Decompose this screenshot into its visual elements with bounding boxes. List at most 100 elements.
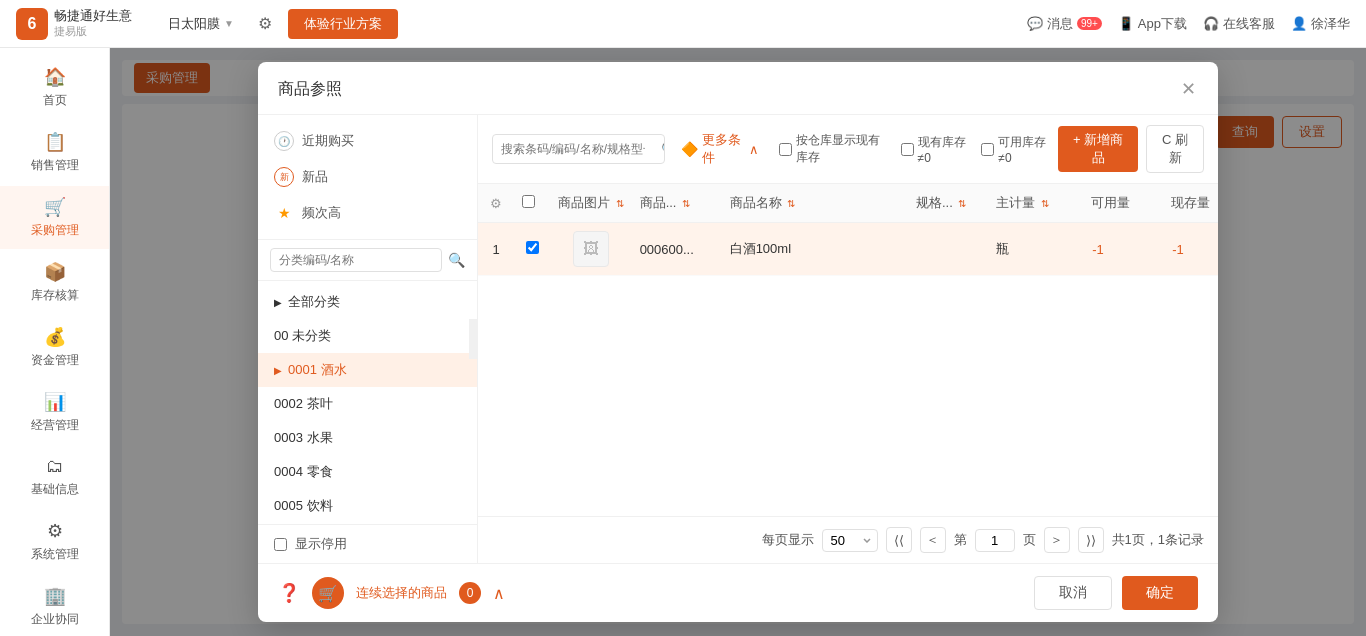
message-icon: 💬	[1027, 16, 1043, 31]
product-search-input[interactable]	[493, 142, 653, 156]
modal-header: 商品参照 ✕	[258, 62, 1218, 115]
modal-title: 商品参照	[278, 79, 342, 100]
footer-action-buttons: 取消 确定	[1034, 576, 1198, 610]
main-layout: 🏠 首页 📋 销售管理 🛒 采购管理 📦 库存核算 💰 资金管理 📊 经营管理 …	[0, 48, 1366, 636]
checkbox-available-stock-input[interactable]	[981, 143, 994, 156]
product-search-button[interactable]: 🔍	[653, 141, 665, 157]
page-last-button[interactable]: ⟩⟩	[1078, 527, 1104, 553]
shortcut-recent[interactable]: 🕐 近期购买	[258, 123, 477, 159]
page-next-button[interactable]: ＞	[1044, 527, 1070, 553]
category-search-input[interactable]	[270, 248, 442, 272]
system-icon: ⚙	[47, 520, 63, 542]
checkbox-warehouse-stock[interactable]: 按仓库显示现有库存	[779, 132, 889, 166]
category-00[interactable]: 00 未分类	[258, 319, 477, 353]
inventory-icon: 📦	[44, 261, 66, 283]
th-spec[interactable]: 规格... ⇅	[908, 184, 988, 223]
checkbox-current-stock-input[interactable]	[901, 143, 914, 156]
select-all-checkbox[interactable]	[522, 195, 535, 208]
nav-user[interactable]: 👤 徐泽华	[1291, 15, 1350, 33]
page-prev-button[interactable]: ＜	[920, 527, 946, 553]
category-0003[interactable]: 0003 水果	[258, 421, 477, 455]
category-search-icon[interactable]: 🔍	[448, 252, 465, 268]
td-unit: 瓶	[988, 223, 1058, 276]
th-checkbox[interactable]	[514, 184, 550, 223]
checkbox-current-stock[interactable]: 现有库存≠0	[901, 134, 970, 165]
filter-icon: 🔶	[681, 141, 698, 157]
sidebar-item-inventory[interactable]: 📦 库存核算	[0, 251, 109, 314]
user-avatar-icon: 👤	[1291, 16, 1307, 31]
page-first-button[interactable]: ⟨⟨	[886, 527, 912, 553]
th-available: 可用量	[1058, 184, 1138, 223]
footer-collapse-icon[interactable]: ∧	[493, 584, 505, 603]
sort-icon-unit: ⇅	[1041, 198, 1049, 209]
category-0005[interactable]: 0005 饮料	[258, 489, 477, 523]
th-unit[interactable]: 主计量 ⇅	[988, 184, 1058, 223]
cancel-button[interactable]: 取消	[1034, 576, 1112, 610]
new-icon: 新	[274, 167, 294, 187]
category-0001[interactable]: ▶ 0001 酒水	[258, 353, 477, 387]
logo-text: 畅捷通好生意	[54, 8, 132, 25]
td-stock: -1	[1138, 223, 1218, 276]
right-toolbar: 🔍 🔶 更多条件 ∧ 按仓库显示现有库存	[478, 115, 1218, 184]
td-checkbox[interactable]	[514, 223, 550, 276]
th-code[interactable]: 商品... ⇅	[632, 184, 722, 223]
nav-online-service[interactable]: 🎧 在线客服	[1203, 15, 1275, 33]
th-image[interactable]: 商品图片 ⇅	[550, 184, 632, 223]
cart-icon[interactable]: 🛒	[312, 577, 344, 609]
modal-footer: ❓ 🛒 连续选择的商品 0 ∧ 取消 确定	[258, 563, 1218, 622]
sidebar-item-enterprise[interactable]: 🏢 企业协同	[0, 575, 109, 636]
page-size-select[interactable]: 20 50 100	[822, 529, 878, 552]
sort-icon-spec: ⇅	[958, 198, 966, 209]
sidebar-item-basic[interactable]: 🗂 基础信息	[0, 446, 109, 508]
category-all[interactable]: ▶ 全部分类	[258, 285, 477, 319]
shortcuts-panel: 🕐 近期购买 新 新品 ★ 频次高	[258, 115, 477, 240]
page-number-input[interactable]	[975, 529, 1015, 552]
shortcut-frequent[interactable]: ★ 频次高	[258, 195, 477, 231]
sidebar-item-sales[interactable]: 📋 销售管理	[0, 121, 109, 184]
page-unit-label: 页	[1023, 531, 1036, 549]
enterprise-icon: 🏢	[44, 585, 66, 607]
add-product-button[interactable]: + 新增商品	[1058, 126, 1138, 172]
app-icon: 📱	[1118, 16, 1134, 31]
td-image: 🖼	[550, 223, 632, 276]
nav-gear-icon[interactable]: ⚙	[254, 10, 276, 37]
td-spec	[908, 223, 988, 276]
category-0004[interactable]: 0004 零食	[258, 455, 477, 489]
sidebar-item-operations[interactable]: 📊 经营管理	[0, 381, 109, 444]
nav-app-download[interactable]: 📱 App下载	[1118, 15, 1187, 33]
nav-cta-button[interactable]: 体验行业方案	[288, 9, 398, 39]
collapse-left-panel-button[interactable]: 《	[469, 319, 478, 359]
sidebar-item-home[interactable]: 🏠 首页	[0, 56, 109, 119]
refresh-button[interactable]: C 刷新	[1146, 125, 1204, 173]
help-icon[interactable]: ❓	[278, 582, 300, 604]
sidebar-item-system[interactable]: ⚙ 系统管理	[0, 510, 109, 573]
sidebar-item-purchase[interactable]: 🛒 采购管理	[0, 186, 109, 249]
show-disabled-checkbox[interactable]	[274, 538, 287, 551]
logo-area: 6 畅捷通好生意 捷易版	[16, 8, 132, 40]
th-settings[interactable]: ⚙	[478, 184, 514, 223]
nav-selector[interactable]: 日太阳膜 ▼	[160, 11, 242, 37]
headset-icon: 🎧	[1203, 16, 1219, 31]
th-name[interactable]: 商品名称 ⇅	[722, 184, 908, 223]
checkbox-available-stock[interactable]: 可用库存≠0	[981, 134, 1050, 165]
shortcut-new[interactable]: 新 新品	[258, 159, 477, 195]
checkbox-warehouse-stock-input[interactable]	[779, 143, 792, 156]
page-label: 第	[954, 531, 967, 549]
modal-close-button[interactable]: ✕	[1179, 76, 1198, 102]
content-area: 采购管理 查询 设置 商品参照 ✕	[110, 48, 1366, 636]
product-search-box: 🔍	[492, 134, 665, 164]
toolbar-checkboxes: 按仓库显示现有库存 现有库存≠0 可用库存≠0	[779, 132, 1050, 166]
show-disabled-label[interactable]: 显示停用	[295, 535, 347, 553]
table-row[interactable]: 1 🖼	[478, 223, 1218, 276]
more-filter-button[interactable]: 🔶 更多条件 ∧	[673, 127, 766, 171]
sidebar: 🏠 首页 📋 销售管理 🛒 采购管理 📦 库存核算 💰 资金管理 📊 经营管理 …	[0, 48, 110, 636]
sort-icon-img: ⇅	[616, 198, 624, 209]
row-checkbox[interactable]	[526, 241, 539, 254]
category-all-arrow: ▶	[274, 297, 282, 308]
sidebar-item-finance[interactable]: 💰 资金管理	[0, 316, 109, 379]
td-name: 白酒100ml	[722, 223, 908, 276]
category-0002[interactable]: 0002 茶叶	[258, 387, 477, 421]
confirm-button[interactable]: 确定	[1122, 576, 1198, 610]
nav-messages[interactable]: 💬 消息 99+	[1027, 15, 1102, 33]
top-nav: 6 畅捷通好生意 捷易版 日太阳膜 ▼ ⚙ 体验行业方案 💬 消息 99+ 📱 …	[0, 0, 1366, 48]
